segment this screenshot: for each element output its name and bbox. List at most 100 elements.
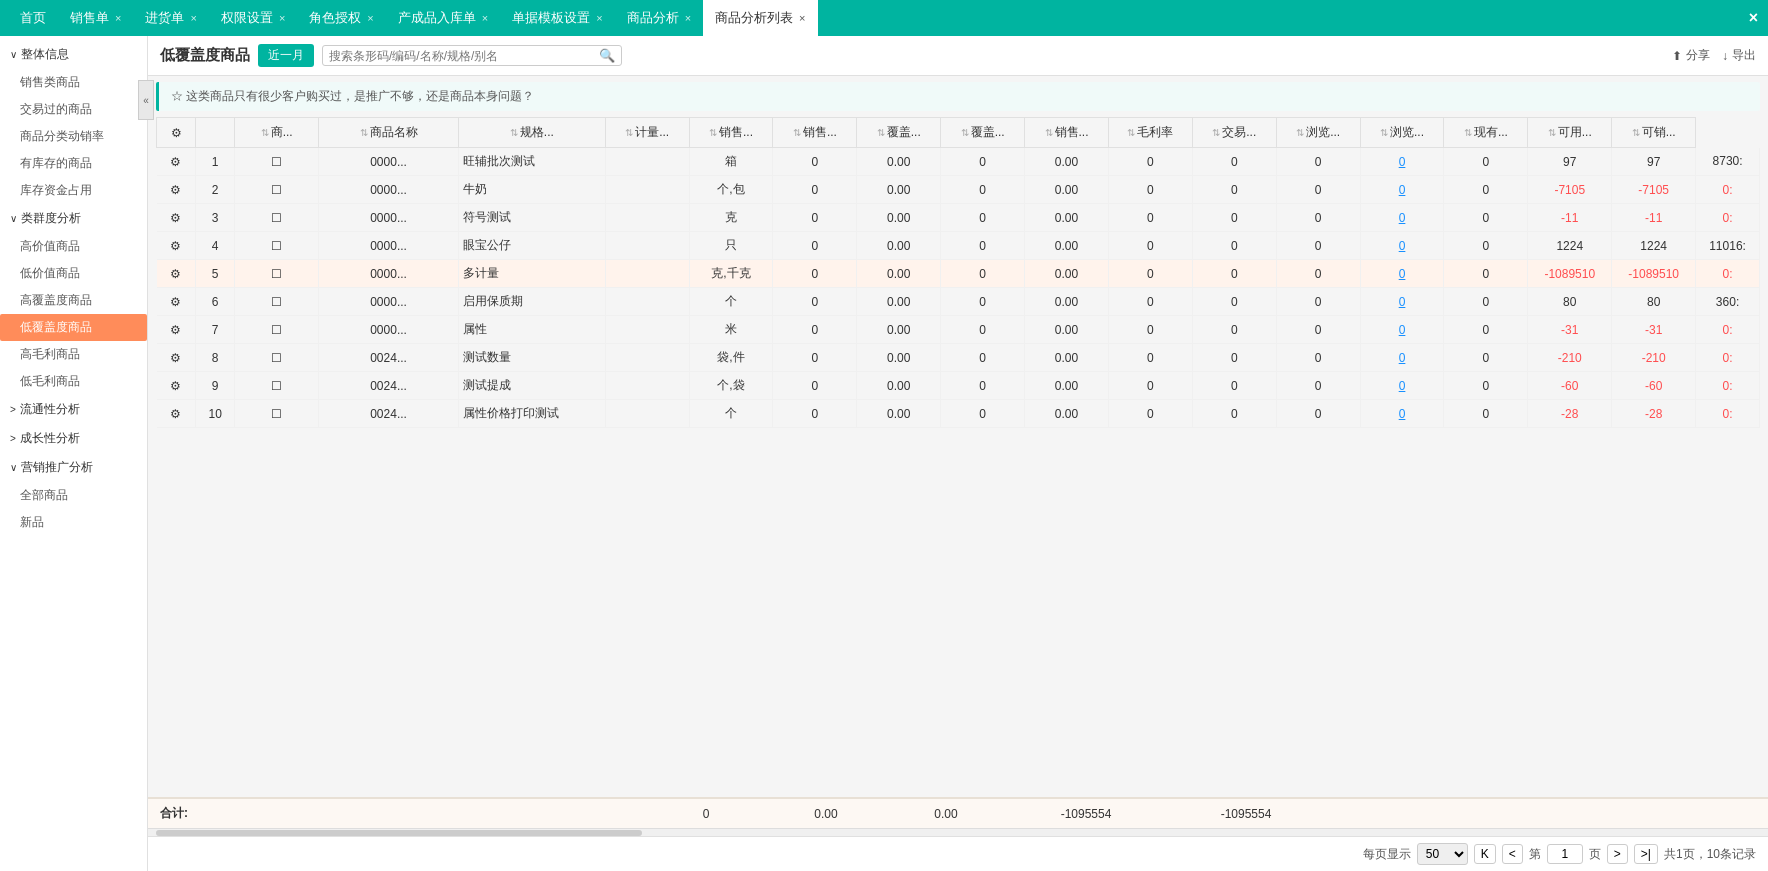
cell-checkbox[interactable]: ☐ <box>235 316 319 344</box>
col-header-name[interactable]: ⇅商品名称 <box>319 118 459 148</box>
sidebar-item-0-3[interactable]: 有库存的商品 <box>0 150 147 177</box>
cell-checkbox[interactable]: ☐ <box>235 176 319 204</box>
sidebar-item-1-4[interactable]: 高毛利商品 <box>0 341 147 368</box>
per-page-select[interactable]: 2050100200 <box>1417 843 1468 865</box>
sidebar-item-0-2[interactable]: 商品分类动销率 <box>0 123 147 150</box>
col-header-code[interactable]: ⇅商... <box>235 118 319 148</box>
nav-close-icon-5[interactable]: × <box>482 12 488 24</box>
cell-sales_qty: 0 <box>773 288 857 316</box>
sidebar-section-1[interactable]: ∨类群度分析 <box>0 204 147 233</box>
nav-item-8[interactable]: 商品分析列表× <box>703 0 817 36</box>
cell-settings[interactable]: ⚙ <box>157 344 196 372</box>
sidebar-section-2[interactable]: >流通性分析 <box>0 395 147 424</box>
cell-browse1[interactable]: 0 <box>1360 288 1444 316</box>
sidebar-section-3[interactable]: >成长性分析 <box>0 424 147 453</box>
sidebar-item-1-5[interactable]: 低毛利商品 <box>0 368 147 395</box>
cell-settings[interactable]: ⚙ <box>157 400 196 428</box>
cell-browse1[interactable]: 0 <box>1360 232 1444 260</box>
col-header-current[interactable]: ⇅现有... <box>1444 118 1528 148</box>
cell-num: 8 <box>196 344 235 372</box>
cell-settings[interactable]: ⚙ <box>157 176 196 204</box>
sidebar-item-0-1[interactable]: 交易过的商品 <box>0 96 147 123</box>
cell-settings[interactable]: ⚙ <box>157 204 196 232</box>
cell-settings[interactable]: ⚙ <box>157 372 196 400</box>
cell-browse1[interactable]: 0 <box>1360 344 1444 372</box>
col-header-browse2[interactable]: ⇅浏览... <box>1360 118 1444 148</box>
export-button[interactable]: ↓ 导出 <box>1722 47 1756 64</box>
prev-page-button[interactable]: < <box>1502 844 1523 864</box>
cell-browse1[interactable]: 0 <box>1360 260 1444 288</box>
col-header-browse1[interactable]: ⇅浏览... <box>1276 118 1360 148</box>
sidebar-collapse-button[interactable]: « <box>138 80 154 120</box>
sidebar-item-1-2[interactable]: 高覆盖度商品 <box>0 287 147 314</box>
col-header-sales3[interactable]: ⇅销售... <box>1025 118 1109 148</box>
col-header-settings[interactable]: ⚙ <box>157 118 196 148</box>
cell-checkbox[interactable]: ☐ <box>235 232 319 260</box>
nav-close-icon-2[interactable]: × <box>190 12 196 24</box>
col-header-gross_rate[interactable]: ⇅毛利率 <box>1108 118 1192 148</box>
close-all-tabs-button[interactable]: × <box>1749 9 1758 27</box>
cell-checkbox[interactable]: ☐ <box>235 288 319 316</box>
sidebar-item-4-1[interactable]: 新品 <box>0 509 147 536</box>
first-page-button[interactable]: K <box>1474 844 1496 864</box>
cell-checkbox[interactable]: ☐ <box>235 204 319 232</box>
col-header-spec[interactable]: ⇅规格... <box>458 118 605 148</box>
cell-browse1[interactable]: 0 <box>1360 400 1444 428</box>
sidebar-item-4-0[interactable]: 全部商品 <box>0 482 147 509</box>
next-page-button[interactable]: > <box>1607 844 1628 864</box>
cell-num: 6 <box>196 288 235 316</box>
page-number-input[interactable] <box>1547 844 1583 864</box>
cell-browse1[interactable]: 0 <box>1360 148 1444 176</box>
sidebar-section-4[interactable]: ∨营销推广分析 <box>0 453 147 482</box>
col-header-trans[interactable]: ⇅交易... <box>1192 118 1276 148</box>
cell-browse1[interactable]: 0 <box>1360 316 1444 344</box>
cell-browse1[interactable]: 0 <box>1360 204 1444 232</box>
col-header-unit[interactable]: ⇅计量... <box>605 118 689 148</box>
nav-close-icon-7[interactable]: × <box>685 12 691 24</box>
nav-item-1[interactable]: 销售单× <box>58 0 133 36</box>
cell-browse1[interactable]: 0 <box>1360 372 1444 400</box>
cell-name: 测试提成 <box>458 372 605 400</box>
nav-close-icon-4[interactable]: × <box>367 12 373 24</box>
col-header-sales_amt[interactable]: ⇅销售... <box>773 118 857 148</box>
nav-close-icon-6[interactable]: × <box>596 12 602 24</box>
nav-item-2[interactable]: 进货单× <box>133 0 208 36</box>
cell-checkbox[interactable]: ☐ <box>235 400 319 428</box>
sidebar-item-0-0[interactable]: 销售类商品 <box>0 69 147 96</box>
nav-item-7[interactable]: 商品分析× <box>615 0 703 36</box>
cell-checkbox[interactable]: ☐ <box>235 148 319 176</box>
nav-close-icon-3[interactable]: × <box>279 12 285 24</box>
cell-settings[interactable]: ⚙ <box>157 148 196 176</box>
last-page-button[interactable]: >| <box>1634 844 1658 864</box>
cell-settings[interactable]: ⚙ <box>157 232 196 260</box>
share-button[interactable]: ⬆ 分享 <box>1672 47 1710 64</box>
cell-browse1[interactable]: 0 <box>1360 176 1444 204</box>
sidebar-item-1-0[interactable]: 高价值商品 <box>0 233 147 260</box>
sort-icon-browse2: ⇅ <box>1380 127 1388 138</box>
sidebar-section-0[interactable]: ∨整体信息 <box>0 40 147 69</box>
period-button[interactable]: 近一月 <box>258 44 314 67</box>
nav-item-4[interactable]: 角色授权× <box>297 0 385 36</box>
col-header-checkbox[interactable] <box>196 118 235 148</box>
cell-settings[interactable]: ⚙ <box>157 260 196 288</box>
sidebar-item-0-4[interactable]: 库存资金占用 <box>0 177 147 204</box>
cell-settings[interactable]: ⚙ <box>157 316 196 344</box>
nav-close-icon-8[interactable]: × <box>799 12 805 24</box>
cell-settings[interactable]: ⚙ <box>157 288 196 316</box>
sidebar-item-1-3[interactable]: 低覆盖度商品 <box>0 314 147 341</box>
col-header-cover1[interactable]: ⇅覆盖... <box>857 118 941 148</box>
nav-item-0[interactable]: 首页 <box>8 0 58 36</box>
nav-item-3[interactable]: 权限设置× <box>209 0 297 36</box>
cell-checkbox[interactable]: ☐ <box>235 260 319 288</box>
cell-checkbox[interactable]: ☐ <box>235 372 319 400</box>
nav-close-icon-1[interactable]: × <box>115 12 121 24</box>
col-header-saleable[interactable]: ⇅可销... <box>1612 118 1696 148</box>
cell-checkbox[interactable]: ☐ <box>235 344 319 372</box>
nav-item-5[interactable]: 产成品入库单× <box>386 0 500 36</box>
sidebar-item-1-1[interactable]: 低价值商品 <box>0 260 147 287</box>
col-header-cover2[interactable]: ⇅覆盖... <box>941 118 1025 148</box>
col-header-usable[interactable]: ⇅可用... <box>1528 118 1612 148</box>
col-header-sales_qty[interactable]: ⇅销售... <box>689 118 773 148</box>
nav-item-6[interactable]: 单据模板设置× <box>500 0 614 36</box>
search-input[interactable] <box>329 49 599 63</box>
